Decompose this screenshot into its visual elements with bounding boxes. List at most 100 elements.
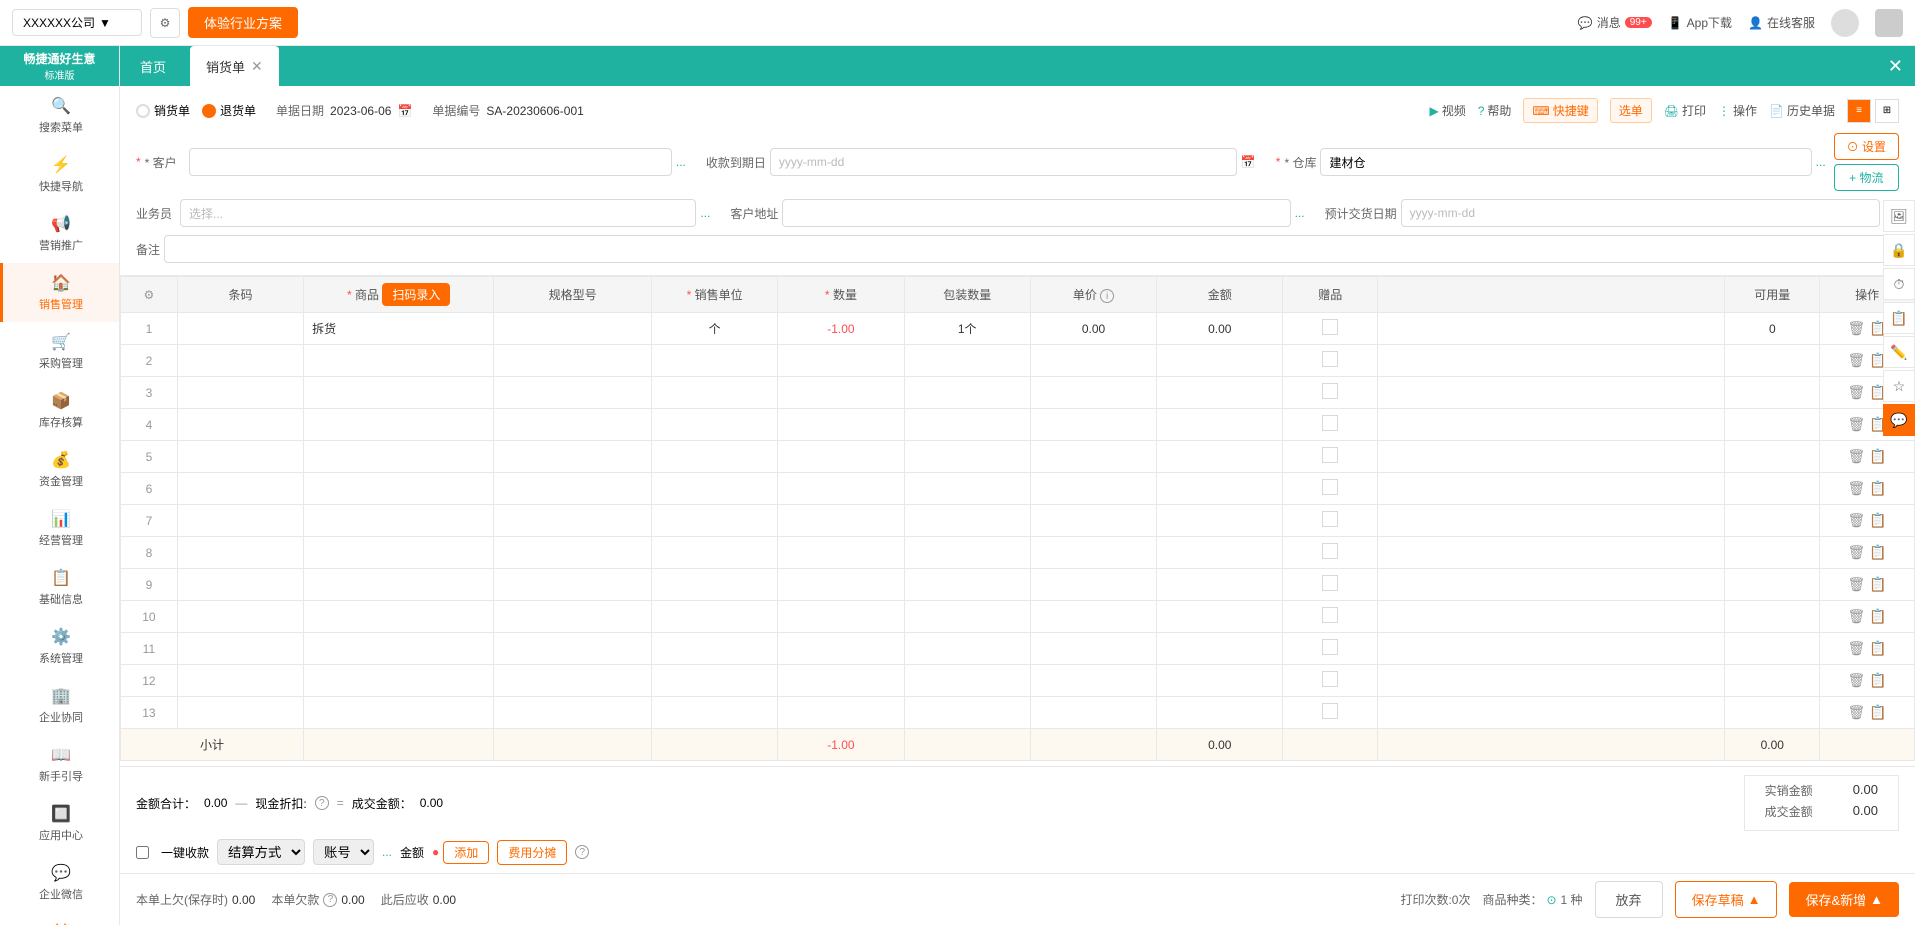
cell-product[interactable] [304, 665, 494, 697]
cell-pkg[interactable] [904, 537, 1030, 569]
settings-gear-btn[interactable]: ⚙ [150, 8, 180, 38]
cell-extra[interactable] [1378, 601, 1725, 633]
account-select[interactable]: 账号 [313, 839, 374, 865]
cell-pkg[interactable] [904, 697, 1030, 729]
price-info-icon[interactable]: i [1100, 289, 1114, 303]
delete-icon[interactable]: 🗑 [1847, 480, 1865, 497]
payment-dots[interactable]: ... [382, 845, 392, 859]
float-image-btn[interactable]: 🖼 [1883, 200, 1915, 232]
cell-gift[interactable] [1283, 441, 1378, 473]
sidebar-item-finance[interactable]: 💰 资金管理 [0, 440, 119, 499]
cell-gift[interactable] [1283, 377, 1378, 409]
gift-checkbox[interactable] [1322, 479, 1338, 495]
cell-amount[interactable] [1157, 601, 1283, 633]
tab-home[interactable]: 首页 [120, 46, 186, 86]
salesman-dots[interactable]: ... [700, 206, 710, 220]
logistics-btn[interactable]: + 物流 [1834, 164, 1899, 191]
help-btn[interactable]: ? 帮助 [1478, 102, 1512, 119]
gift-checkbox[interactable] [1322, 639, 1338, 655]
calendar-icon[interactable]: 📅 [397, 104, 412, 118]
cell-product[interactable] [304, 409, 494, 441]
delete-icon[interactable]: 🗑 [1847, 512, 1865, 529]
cell-amount[interactable] [1157, 633, 1283, 665]
cell-gift[interactable] [1283, 473, 1378, 505]
cell-product[interactable] [304, 377, 494, 409]
customer-addr-input[interactable] [782, 199, 1290, 227]
cell-product[interactable] [304, 505, 494, 537]
cell-price[interactable] [1030, 441, 1156, 473]
cell-extra[interactable] [1378, 377, 1725, 409]
cell-pkg[interactable] [904, 377, 1030, 409]
cell-spec[interactable] [494, 473, 652, 505]
cell-unit[interactable] [652, 345, 778, 377]
cell-unit[interactable] [652, 601, 778, 633]
cell-extra[interactable] [1378, 441, 1725, 473]
add-btn[interactable]: 添加 [443, 841, 489, 864]
cell-qty[interactable] [778, 505, 904, 537]
fee-info-icon[interactable]: ? [575, 845, 589, 859]
delete-icon[interactable]: 🗑 [1847, 416, 1865, 433]
cell-pkg[interactable] [904, 345, 1030, 377]
sidebar-item-system[interactable]: ⚙️ 系统管理 [0, 617, 119, 676]
cell-qty[interactable] [778, 377, 904, 409]
print-btn[interactable]: 🖨 打印 [1664, 102, 1706, 119]
sidebar-item-wechat[interactable]: 💬 企业微信 [0, 853, 119, 912]
tab-close-icon[interactable]: ✕ [251, 58, 263, 75]
sidebar-item-apps[interactable]: 🔲 应用中心 [0, 794, 119, 853]
cell-amount[interactable] [1157, 441, 1283, 473]
gift-checkbox[interactable] [1322, 543, 1338, 559]
copy-icon[interactable]: 📋 [1869, 640, 1886, 657]
delete-icon[interactable]: 🗑 [1847, 448, 1865, 465]
warehouse-dots[interactable]: ... [1816, 155, 1826, 169]
cell-gift[interactable] [1283, 537, 1378, 569]
cell-price[interactable] [1030, 665, 1156, 697]
cell-gift[interactable] [1283, 601, 1378, 633]
expected-date-input[interactable]: yyyy-mm-dd [1401, 199, 1880, 227]
discount-info-icon[interactable]: ? [315, 796, 329, 810]
float-lock-btn[interactable]: 🔒 [1883, 234, 1915, 266]
cell-amount[interactable] [1157, 409, 1283, 441]
cell-extra[interactable] [1378, 345, 1725, 377]
cell-spec[interactable] [494, 697, 652, 729]
copy-icon[interactable]: 📋 [1869, 704, 1886, 721]
cell-product[interactable] [304, 473, 494, 505]
layout-grid-btn[interactable]: ⊞ [1875, 99, 1899, 123]
float-chat-btn[interactable]: 💬 [1883, 404, 1915, 436]
cell-pkg[interactable]: 1个 [904, 313, 1030, 345]
cell-qty[interactable]: -1.00 [778, 313, 904, 345]
delete-icon[interactable]: 🗑 [1847, 576, 1865, 593]
cell-product[interactable] [304, 697, 494, 729]
gift-checkbox[interactable] [1322, 351, 1338, 367]
cell-spec[interactable] [494, 377, 652, 409]
cell-product[interactable] [304, 601, 494, 633]
trial-btn[interactable]: 体验行业方案 [188, 7, 298, 38]
delete-icon[interactable]: 🗑 [1847, 672, 1865, 689]
gift-checkbox[interactable] [1322, 447, 1338, 463]
form-setting-btn[interactable]: ⊙ 设置 [1834, 133, 1899, 160]
cell-product[interactable] [304, 569, 494, 601]
sidebar-item-search[interactable]: 🔍 搜索菜单 [0, 86, 119, 145]
sidebar-item-base[interactable]: 📋 基础信息 [0, 558, 119, 617]
abandon-btn[interactable]: 放弃 [1595, 881, 1663, 918]
radio-sale[interactable]: 销货单 [136, 102, 190, 119]
cell-pkg[interactable] [904, 505, 1030, 537]
cell-qty[interactable] [778, 345, 904, 377]
gift-checkbox[interactable] [1322, 671, 1338, 687]
cell-spec[interactable] [494, 601, 652, 633]
cell-price[interactable] [1030, 377, 1156, 409]
sidebar-item-operations[interactable]: 📊 经营管理 [0, 499, 119, 558]
cell-extra[interactable] [1378, 697, 1725, 729]
sidebar-item-purchase[interactable]: 🛒 采购管理 [0, 322, 119, 381]
cell-qty[interactable] [778, 665, 904, 697]
cell-qty[interactable] [778, 601, 904, 633]
cell-product[interactable] [304, 345, 494, 377]
cell-spec[interactable] [494, 569, 652, 601]
notes-input[interactable] [164, 235, 1899, 263]
copy-icon[interactable]: 📋 [1869, 576, 1886, 593]
customer-dots[interactable]: ... [676, 155, 686, 169]
gift-checkbox[interactable] [1322, 511, 1338, 527]
sidebar-item-inventory[interactable]: 📦 库存核算 [0, 381, 119, 440]
delete-icon[interactable]: 🗑 [1847, 640, 1865, 657]
payment-method-select[interactable]: 结算方式 [217, 839, 305, 865]
cell-barcode[interactable] [177, 569, 303, 601]
